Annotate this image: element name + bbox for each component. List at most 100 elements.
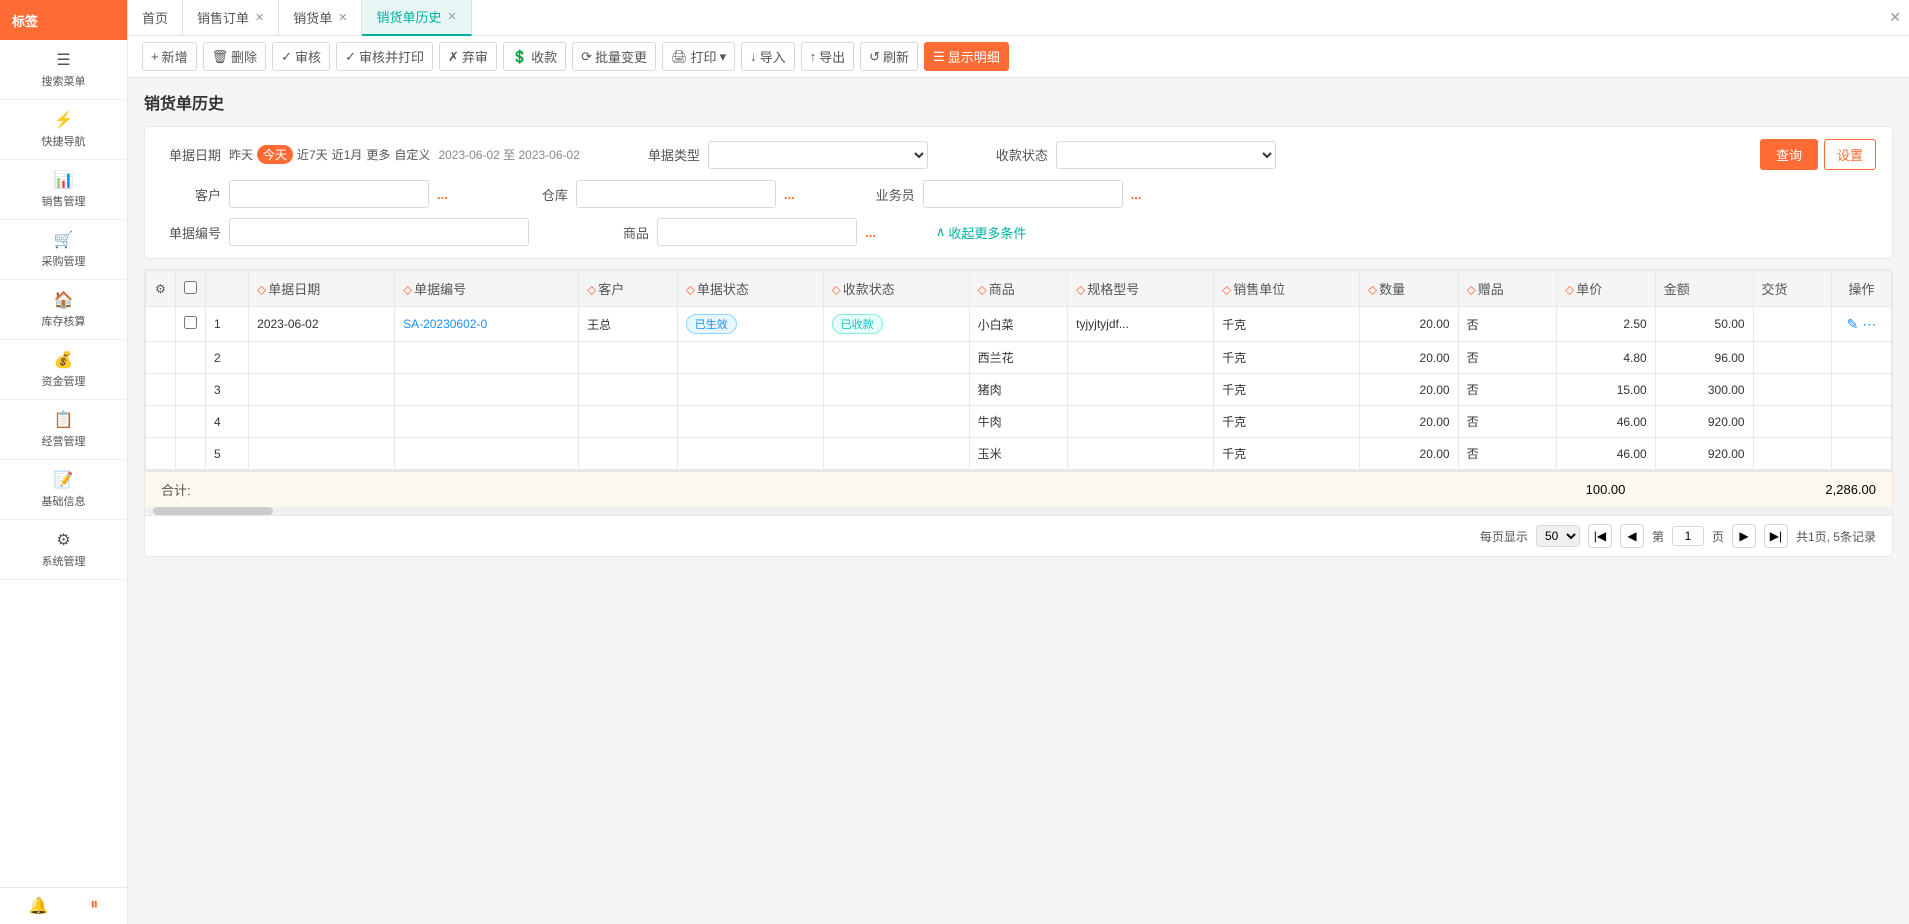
- shortcut-more[interactable]: 更多: [366, 146, 390, 163]
- row-gear: [146, 307, 176, 342]
- row-doc-no[interactable]: [395, 374, 579, 406]
- sidebar-item-basic-info[interactable]: 📝 基础信息: [0, 460, 127, 520]
- sidebar-item-quick-nav[interactable]: ⚡ 快捷导航: [0, 100, 127, 160]
- print-button[interactable]: 🖨 打印 ▾: [662, 42, 735, 71]
- th-doc-date[interactable]: ⬦单据日期: [249, 271, 395, 307]
- customer-input[interactable]: [229, 180, 429, 208]
- sidebar-item-search-menu[interactable]: ☰ 搜索菜单: [0, 40, 127, 100]
- doc-no-input[interactable]: [229, 218, 529, 246]
- row-checkbox[interactable]: [184, 316, 197, 329]
- delete-button[interactable]: 🗑 删除: [203, 42, 267, 71]
- th-goods[interactable]: ⬦商品: [969, 271, 1068, 307]
- sidebar-item-purchase-mgmt[interactable]: 🛒 采购管理: [0, 220, 127, 280]
- shortcut-today[interactable]: 今天: [257, 145, 293, 164]
- last-page-button[interactable]: ▶|: [1764, 524, 1788, 548]
- th-spec[interactable]: ⬦规格型号: [1068, 271, 1214, 307]
- salesperson-input[interactable]: [923, 180, 1123, 208]
- warehouse-dots[interactable]: ...: [784, 187, 795, 202]
- page-size-select[interactable]: 50: [1536, 525, 1580, 547]
- row-check[interactable]: [176, 406, 206, 438]
- th-customer[interactable]: ⬦客户: [579, 271, 678, 307]
- row-goods: 牛肉: [969, 406, 1068, 438]
- row-check[interactable]: [176, 342, 206, 374]
- collect-button[interactable]: 💲 收款: [503, 42, 566, 71]
- th-qty[interactable]: ⬦数量: [1360, 271, 1459, 307]
- row-doc-date: 2023-06-02: [249, 307, 395, 342]
- tab-close-sales-order[interactable]: ✕: [255, 11, 264, 24]
- shortcut-custom[interactable]: 自定义: [394, 146, 430, 163]
- refresh-button[interactable]: ↺ 刷新: [860, 42, 918, 71]
- salesperson-dots[interactable]: ...: [1131, 187, 1142, 202]
- row-doc-no[interactable]: [395, 342, 579, 374]
- th-doc-status[interactable]: ⬦单据状态: [677, 271, 823, 307]
- sidebar-item-sales-mgmt[interactable]: 📊 销售管理: [0, 160, 127, 220]
- th-gear[interactable]: ⚙: [146, 271, 176, 307]
- show-detail-button[interactable]: ☰ 显示明细: [924, 42, 1009, 71]
- doc-type-select[interactable]: [708, 141, 928, 169]
- th-doc-no[interactable]: ⬦单据编号: [395, 271, 579, 307]
- batch-change-button[interactable]: ⟳ 批量变更: [572, 42, 656, 71]
- next-page-button[interactable]: ▶: [1732, 524, 1756, 548]
- goods-dots[interactable]: ...: [865, 225, 876, 240]
- row-check[interactable]: [176, 307, 206, 342]
- row-doc-no[interactable]: [395, 438, 579, 470]
- tab-home[interactable]: 首页: [128, 0, 183, 36]
- collapse-button[interactable]: ∧ 收起更多条件: [936, 223, 1027, 242]
- collect-status-select[interactable]: [1056, 141, 1276, 169]
- row-amount: 50.00: [1655, 307, 1753, 342]
- goods-input[interactable]: [657, 218, 857, 246]
- th-check[interactable]: [176, 271, 206, 307]
- warehouse-input[interactable]: [576, 180, 776, 208]
- scrollbar-thumb[interactable]: [153, 507, 273, 515]
- audit-button[interactable]: ✓ 审核: [272, 42, 330, 71]
- row-check[interactable]: [176, 438, 206, 470]
- sidebar-bottom-icon1[interactable]: 🔔: [29, 896, 49, 916]
- row-doc-no[interactable]: SA-20230602-0: [395, 307, 579, 342]
- import-icon: ↓: [750, 49, 757, 64]
- sidebar-item-system-mgmt[interactable]: ⚙ 系统管理: [0, 520, 127, 580]
- th-unit-price[interactable]: ⬦单价: [1557, 271, 1656, 307]
- sidebar-item-label: 销售管理: [42, 193, 86, 209]
- export-button[interactable]: ↑ 导出: [801, 42, 855, 71]
- close-all-tabs-icon[interactable]: ✕: [1889, 9, 1901, 26]
- audit-print-button[interactable]: ✓ 审核并打印: [336, 42, 433, 71]
- shortcut-7days[interactable]: 近7天: [297, 146, 328, 163]
- tab-close-delivery-history[interactable]: ✕: [448, 10, 457, 23]
- th-gift[interactable]: ⬦赠品: [1458, 271, 1557, 307]
- row-customer: 王总: [579, 307, 678, 342]
- new-button[interactable]: + 新增: [142, 42, 197, 71]
- edit-icon[interactable]: ✎: [1847, 316, 1859, 332]
- sidebar-bottom-icon2[interactable]: ⏸: [90, 896, 98, 916]
- tab-close-delivery[interactable]: ✕: [338, 11, 347, 24]
- tab-sales-order[interactable]: 销售订单 ✕: [183, 0, 279, 36]
- row-check[interactable]: [176, 374, 206, 406]
- customer-dots[interactable]: ...: [437, 187, 448, 202]
- sidebar-item-finance[interactable]: 💰 资金管理: [0, 340, 127, 400]
- row-doc-no[interactable]: [395, 406, 579, 438]
- shortcut-yesterday[interactable]: 昨天: [229, 146, 253, 163]
- first-page-button[interactable]: |◀: [1588, 524, 1612, 548]
- table-footer: 合计: 100.00 2,286.00: [145, 470, 1892, 507]
- setting-button[interactable]: 设置: [1824, 139, 1876, 170]
- import-button[interactable]: ↓ 导入: [741, 42, 795, 71]
- shortcut-1month[interactable]: 近1月: [332, 146, 363, 163]
- th-unit[interactable]: ⬦销售单位: [1214, 271, 1360, 307]
- select-all-checkbox[interactable]: [184, 281, 197, 294]
- prev-page-button[interactable]: ◀: [1620, 524, 1644, 548]
- warehouse-label: 仓库: [508, 185, 568, 204]
- row-unit: 千克: [1214, 307, 1360, 342]
- horizontal-scrollbar[interactable]: [145, 507, 1892, 515]
- tab-delivery[interactable]: 销货单 ✕: [279, 0, 362, 36]
- row-unit-price: 15.00: [1557, 374, 1656, 406]
- page-number-input[interactable]: [1672, 526, 1704, 546]
- more-icon[interactable]: ⋯: [1862, 316, 1876, 332]
- tab-delivery-history[interactable]: 销货单历史 ✕: [362, 0, 471, 36]
- sidebar-item-inventory[interactable]: 🏠 库存核算: [0, 280, 127, 340]
- abandon-button[interactable]: ✗ 弃审: [439, 42, 497, 71]
- sidebar-item-operations[interactable]: 📋 经营管理: [0, 400, 127, 460]
- delete-icon: 🗑: [212, 49, 229, 65]
- th-operation: 操作: [1832, 271, 1892, 307]
- th-collect-status[interactable]: ⬦收款状态: [823, 271, 969, 307]
- system-icon: ⚙: [56, 530, 70, 550]
- query-button[interactable]: 查询: [1760, 139, 1818, 170]
